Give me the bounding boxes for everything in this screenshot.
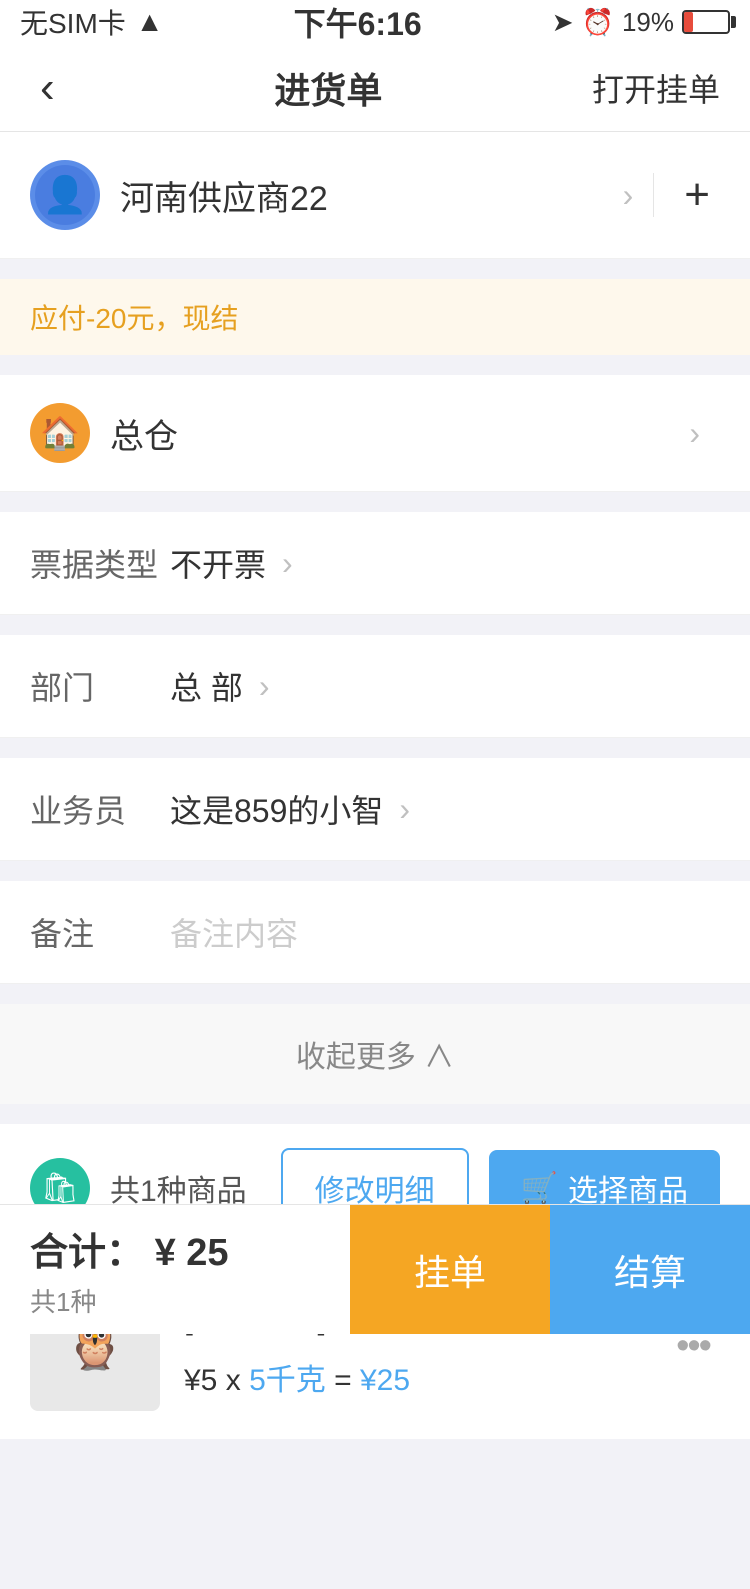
- salesperson-row[interactable]: 业务员 这是859的小智 ›: [0, 758, 750, 861]
- wifi-icon: ▲: [136, 6, 164, 38]
- collapse-label: 收起更多 ∧: [296, 1032, 454, 1076]
- chevron-right-icon: ›: [623, 177, 634, 214]
- status-carrier: 无SIM卡 ▲: [20, 2, 164, 42]
- supplier-row[interactable]: 👤 河南供应商22 › +: [0, 132, 750, 259]
- notice-bar: 应付-20元，现结: [0, 279, 750, 355]
- warehouse-icon-wrap: 🏠: [30, 403, 90, 463]
- page-title: 进货单: [274, 62, 382, 114]
- department-chevron-icon: ›: [259, 668, 270, 705]
- remark-row[interactable]: 备注 备注内容: [0, 881, 750, 984]
- total-value: ¥ 25: [155, 1232, 229, 1274]
- warehouse-chevron-icon: ›: [689, 415, 700, 452]
- salesperson-section: 业务员 这是859的小智 ›: [0, 758, 750, 861]
- invoice-section: 票据类型 不开票 ›: [0, 512, 750, 615]
- department-value: 总 部: [170, 663, 243, 709]
- supplier-section: 👤 河南供应商22 › +: [0, 132, 750, 259]
- invoice-type-value: 不开票: [170, 540, 266, 586]
- salesperson-chevron-icon: ›: [399, 791, 410, 828]
- main-content: 👤 河南供应商22 › + 应付-20元，现结 🏠 总仓 › 票据类型 不开票 …: [0, 132, 750, 1589]
- person-icon: 👤: [43, 174, 88, 216]
- department-row[interactable]: 部门 总 部 ›: [0, 635, 750, 738]
- warehouse-icon: 🏠: [40, 414, 80, 452]
- warehouse-name: 总仓: [110, 409, 689, 458]
- product-price: ¥5 x 5千克 = ¥25: [184, 1355, 642, 1399]
- product-qty: 5千克: [249, 1364, 326, 1397]
- bottom-bar: 合计： ¥ 25 共1种 挂单 结算: [0, 1204, 750, 1334]
- total-label: 合计：: [30, 1232, 144, 1274]
- department-section: 部门 总 部 ›: [0, 635, 750, 738]
- alarm-icon: ⏰: [582, 7, 614, 38]
- warehouse-section: 🏠 总仓 ›: [0, 375, 750, 492]
- vertical-divider: [653, 173, 654, 217]
- supplier-avatar: 👤: [30, 160, 100, 230]
- status-indicators: ➤ ⏰ 19%: [552, 7, 730, 38]
- add-button[interactable]: +: [674, 170, 720, 220]
- select-product-icon: 🛒: [521, 1171, 558, 1206]
- salesperson-value: 这是859的小智: [170, 786, 383, 832]
- bottom-total: 合计： ¥ 25 共1种: [0, 1205, 350, 1334]
- back-button[interactable]: ‹: [30, 53, 65, 123]
- product-total: ¥25: [360, 1364, 410, 1397]
- bag-icon: 🛍: [41, 1171, 79, 1206]
- hang-button[interactable]: 挂单: [350, 1205, 550, 1334]
- battery-icon: [682, 10, 730, 34]
- salesperson-label: 业务员: [30, 786, 170, 832]
- remark-label: 备注: [30, 909, 170, 955]
- status-time: 下午6:16: [294, 0, 422, 45]
- checkout-button[interactable]: 结算: [550, 1205, 750, 1334]
- warehouse-row[interactable]: 🏠 总仓 ›: [0, 375, 750, 492]
- nav-bar: ‹ 进货单 打开挂单: [0, 44, 750, 132]
- status-bar: 无SIM卡 ▲ 下午6:16 ➤ ⏰ 19%: [0, 0, 750, 44]
- invoice-row[interactable]: 票据类型 不开票 ›: [0, 512, 750, 615]
- remark-placeholder: 备注内容: [170, 909, 298, 955]
- collapse-row[interactable]: 收起更多 ∧: [0, 1004, 750, 1104]
- open-pending-button[interactable]: 打开挂单: [592, 65, 720, 111]
- separator: [0, 1104, 750, 1124]
- invoice-type-label: 票据类型: [30, 540, 170, 586]
- battery-text: 19%: [622, 7, 674, 38]
- remark-section: 备注 备注内容: [0, 881, 750, 984]
- invoice-chevron-icon: ›: [282, 545, 293, 582]
- department-label: 部门: [30, 663, 170, 709]
- total-amount: 合计： ¥ 25: [30, 1221, 320, 1276]
- supplier-name: 河南供应商22: [120, 171, 623, 220]
- total-count: 共1种: [30, 1282, 320, 1319]
- location-icon: ➤: [552, 7, 574, 38]
